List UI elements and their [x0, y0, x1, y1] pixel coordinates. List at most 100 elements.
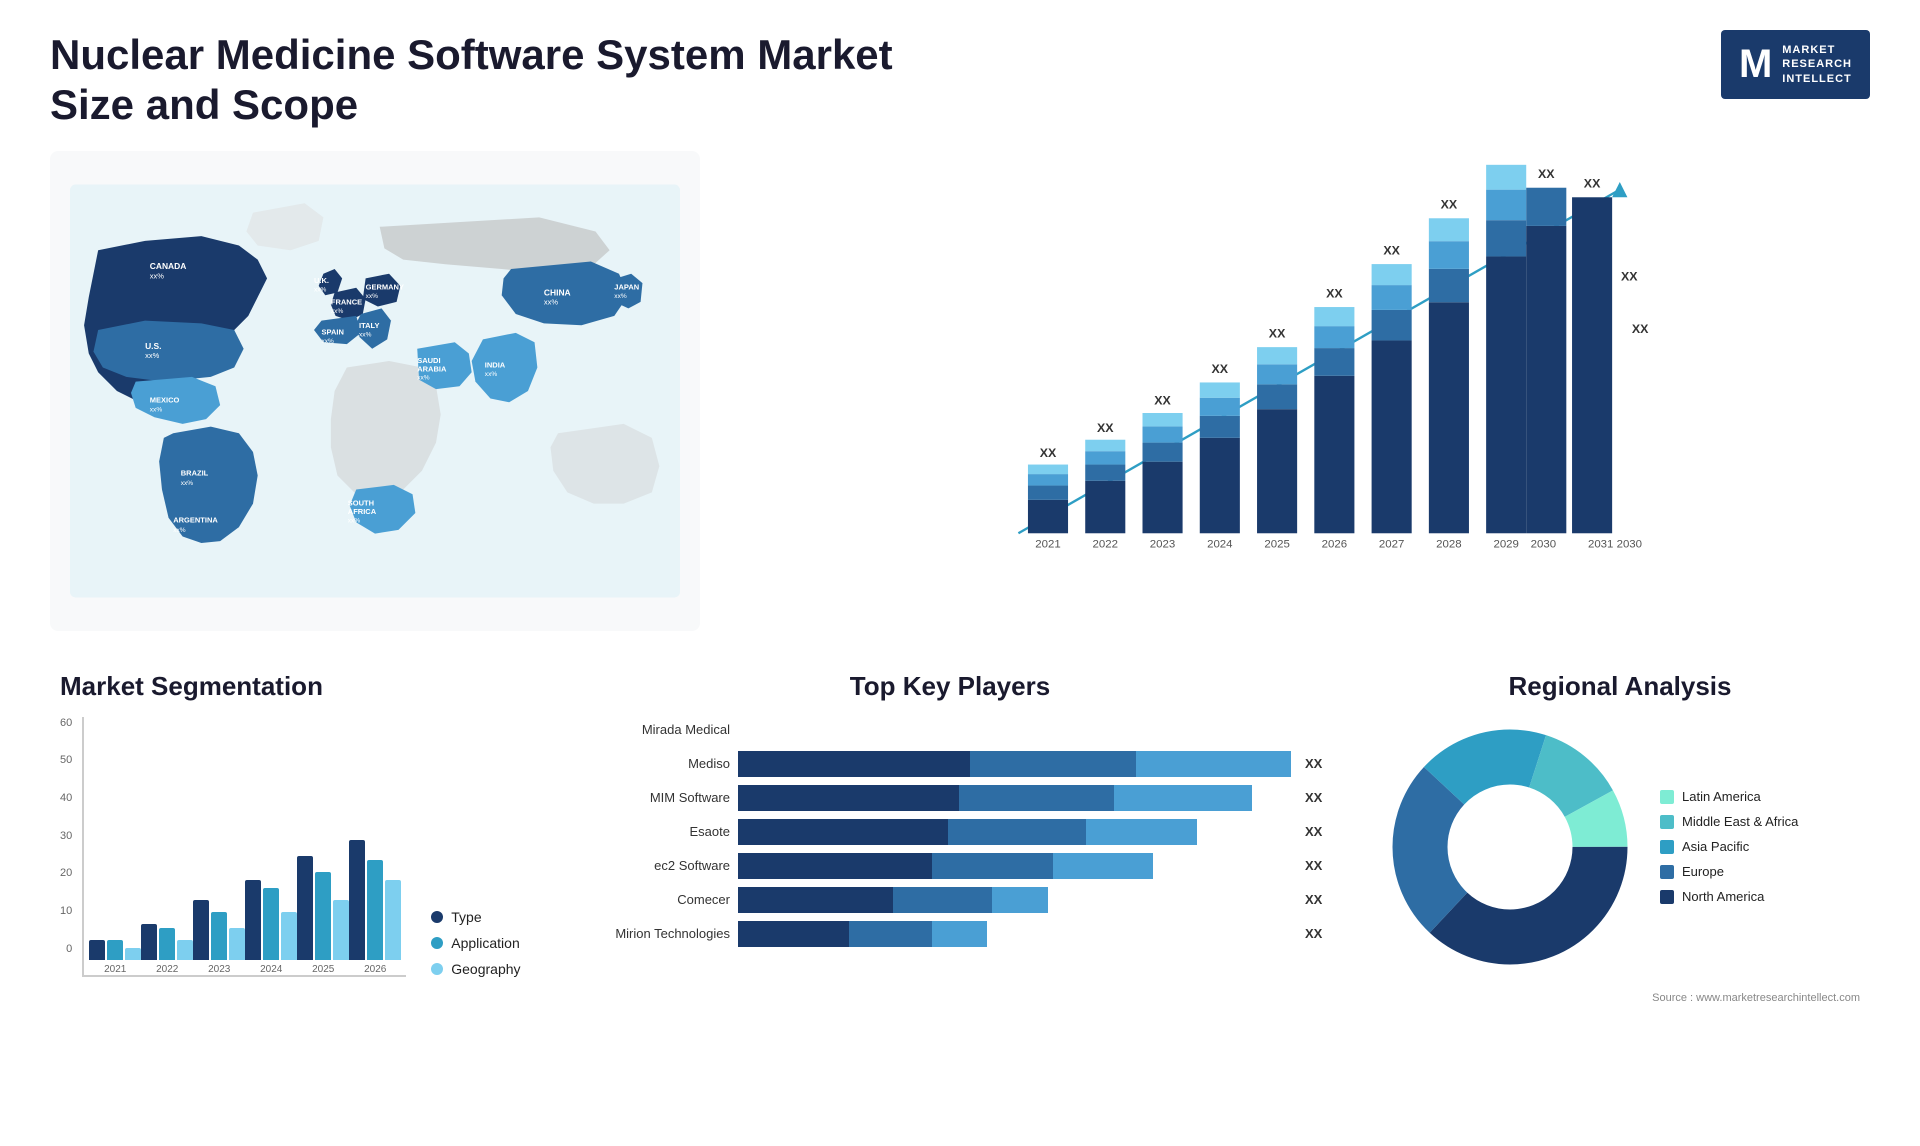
- player-row-comecer: Comecer XX: [570, 887, 1330, 913]
- legend-geography-label: Geography: [451, 961, 520, 977]
- apac-label: Asia Pacific: [1682, 839, 1749, 854]
- svg-text:2030: 2030: [1531, 538, 1556, 550]
- player-bar-mim: [738, 785, 1291, 811]
- svg-text:XX: XX: [1383, 243, 1400, 257]
- na-label: North America: [1682, 889, 1764, 904]
- page-header: Nuclear Medicine Software System Market …: [50, 30, 1870, 131]
- svg-text:XX: XX: [1154, 393, 1171, 407]
- svg-text:xx%: xx%: [314, 286, 327, 293]
- latin-label: Latin America: [1682, 789, 1761, 804]
- na-color: [1660, 890, 1674, 904]
- reg-legend-apac: Asia Pacific: [1660, 839, 1798, 854]
- geo-dot: [431, 963, 443, 975]
- map-container: CANADA xx% U.S. xx% MEXICO xx% BRAZIL xx…: [70, 171, 680, 611]
- svg-text:JAPAN: JAPAN: [614, 282, 639, 291]
- legend-application: Application: [431, 935, 520, 951]
- logo: M MARKET RESEARCH INTELLECT: [1721, 30, 1870, 99]
- svg-text:XX: XX: [1040, 446, 1057, 460]
- svg-text:U.K.: U.K.: [314, 276, 329, 285]
- svg-text:XX: XX: [1269, 326, 1286, 340]
- svg-text:XX: XX: [1326, 286, 1343, 300]
- trend-bar-chart: XX 2021 XX 2022 XX 2023: [750, 161, 1850, 581]
- svg-text:xx%: xx%: [614, 293, 627, 300]
- svg-text:2029: 2029: [1493, 538, 1518, 550]
- player-bar-ec2: [738, 853, 1291, 879]
- source-text: Source : www.marketresearchintellect.com: [1380, 992, 1860, 1004]
- player-bar-comecer: [738, 887, 1291, 913]
- svg-text:XX: XX: [1584, 177, 1601, 191]
- legend-type: Type: [431, 909, 520, 925]
- svg-text:INDIA: INDIA: [485, 360, 506, 369]
- regional-title: Regional Analysis: [1380, 671, 1860, 702]
- svg-text:xx%: xx%: [181, 480, 194, 487]
- player-row-mediso: Mediso XX: [570, 751, 1330, 777]
- player-bar-mediso: [738, 751, 1291, 777]
- player-name-comecer: Comecer: [570, 892, 730, 907]
- legend-type-label: Type: [451, 909, 481, 925]
- bar-group-2024: 2024: [245, 880, 297, 975]
- svg-text:XX: XX: [1621, 269, 1638, 283]
- player-bar-mirion: [738, 921, 1291, 947]
- europe-label: Europe: [1682, 864, 1724, 879]
- svg-text:BRAZIL: BRAZIL: [181, 468, 209, 477]
- logo-letter: M: [1739, 42, 1772, 87]
- player-name-mediso: Mediso: [570, 756, 730, 771]
- player-name-mirion: Mirion Technologies: [570, 926, 730, 941]
- svg-text:xx%: xx%: [366, 293, 379, 300]
- svg-text:2021: 2021: [1035, 538, 1060, 550]
- svg-text:xx%: xx%: [145, 351, 160, 360]
- regional-content: Latin America Middle East & Africa Asia …: [1380, 717, 1860, 977]
- logo-text: MARKET RESEARCH INTELLECT: [1782, 43, 1852, 86]
- bar-group-2021: 2021: [89, 940, 141, 975]
- main-content: CANADA xx% U.S. xx% MEXICO xx% BRAZIL xx…: [50, 151, 1870, 1014]
- bar-chart-area: XX 2021 XX 2022 XX 2023: [750, 161, 1850, 621]
- player-row-mirada: Mirada Medical: [570, 717, 1330, 743]
- svg-text:ARABIA: ARABIA: [417, 364, 447, 373]
- svg-text:2030: 2030: [1617, 538, 1642, 550]
- donut-svg: [1380, 717, 1640, 977]
- seg-legend: Type Application Geography: [431, 909, 520, 977]
- player-row-mim: MIM Software XX: [570, 785, 1330, 811]
- svg-text:2024: 2024: [1207, 538, 1233, 550]
- player-name-esaote: Esaote: [570, 824, 730, 839]
- bar-group-2022: 2022: [141, 924, 193, 975]
- svg-text:SPAIN: SPAIN: [322, 327, 344, 336]
- regional-section: Regional Analysis: [1370, 661, 1870, 1014]
- chart-section: XX 2021 XX 2022 XX 2023: [730, 151, 1870, 631]
- player-row-mirion: Mirion Technologies XX: [570, 921, 1330, 947]
- type-dot: [431, 911, 443, 923]
- svg-text:2028: 2028: [1436, 538, 1461, 550]
- svg-text:xx%: xx%: [173, 527, 186, 534]
- players-section: Top Key Players Mirada Medical Mediso XX: [560, 661, 1340, 1014]
- player-bar-esaote: [738, 819, 1291, 845]
- europe-color: [1660, 865, 1674, 879]
- bar-group-2026: 2026: [349, 840, 401, 975]
- latin-color: [1660, 790, 1674, 804]
- bottom-sections: Market Segmentation 60 50 40 30 20 10 0: [50, 661, 1870, 1014]
- mea-color: [1660, 815, 1674, 829]
- svg-text:xx%: xx%: [150, 271, 165, 280]
- reg-legend-latin: Latin America: [1660, 789, 1798, 804]
- mea-label: Middle East & Africa: [1682, 814, 1798, 829]
- reg-legend-europe: Europe: [1660, 864, 1798, 879]
- svg-text:xx%: xx%: [322, 338, 335, 345]
- donut-chart: [1380, 717, 1640, 977]
- bar-group-2023: 2023: [193, 900, 245, 975]
- svg-text:2027: 2027: [1379, 538, 1404, 550]
- logo-box: M MARKET RESEARCH INTELLECT: [1721, 30, 1870, 99]
- player-name-mirada: Mirada Medical: [570, 722, 730, 737]
- svg-text:U.S.: U.S.: [145, 341, 161, 351]
- map-section: CANADA xx% U.S. xx% MEXICO xx% BRAZIL xx…: [50, 151, 700, 631]
- players-title: Top Key Players: [570, 671, 1330, 702]
- svg-text:XX: XX: [1212, 362, 1229, 376]
- bar-group-2025: 2025: [297, 856, 349, 975]
- app-dot: [431, 937, 443, 949]
- apac-color: [1660, 840, 1674, 854]
- world-map: CANADA xx% U.S. xx% MEXICO xx% BRAZIL xx…: [70, 171, 680, 611]
- reg-legend-na: North America: [1660, 889, 1798, 904]
- svg-text:2026: 2026: [1322, 538, 1347, 550]
- player-name-ec2: ec2 Software: [570, 858, 730, 873]
- svg-text:ITALY: ITALY: [359, 321, 379, 330]
- svg-text:XX: XX: [1097, 421, 1114, 435]
- svg-text:2023: 2023: [1150, 538, 1175, 550]
